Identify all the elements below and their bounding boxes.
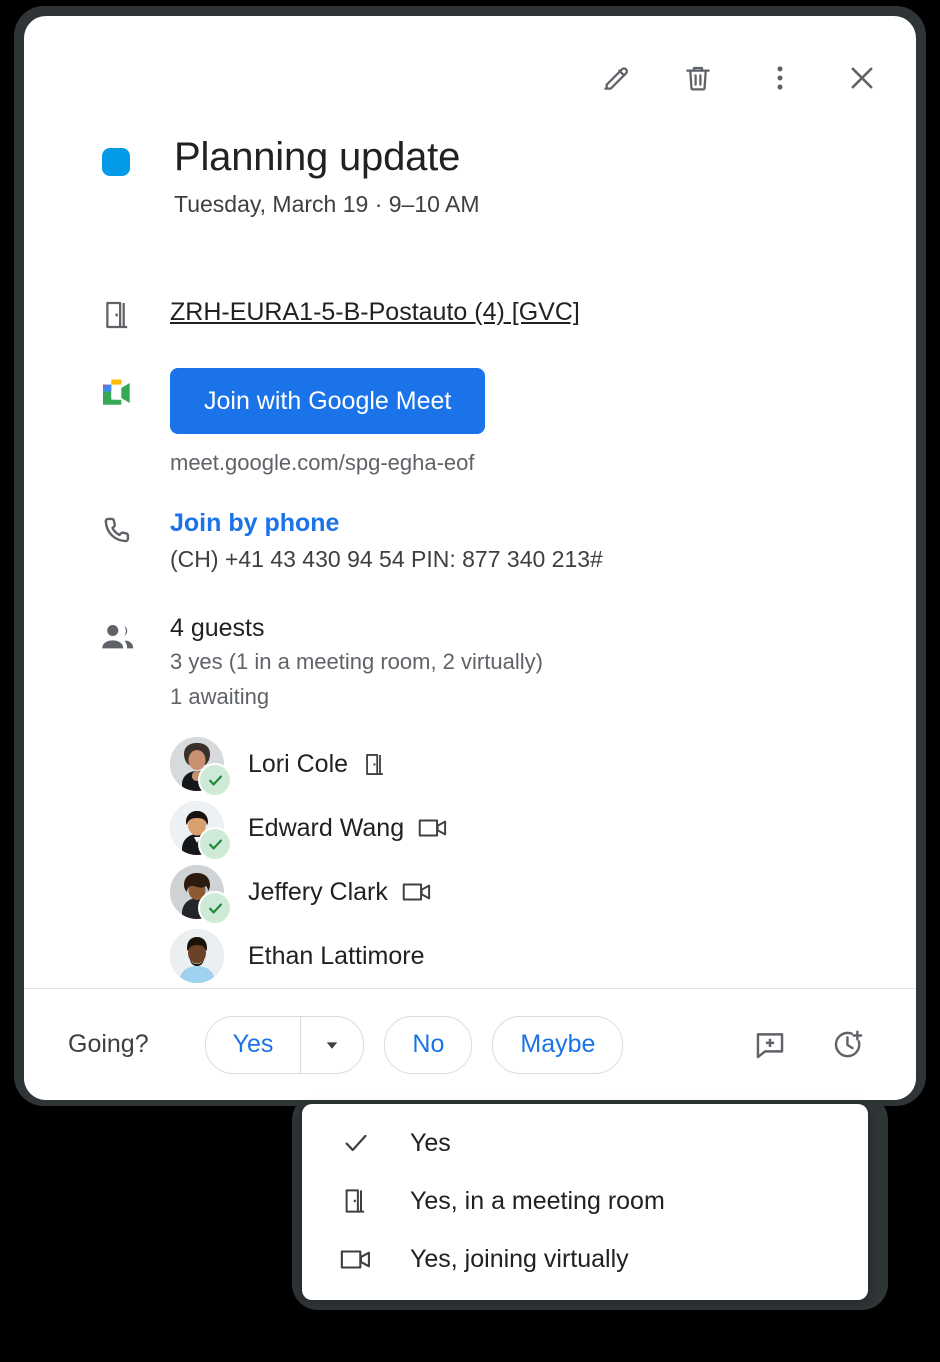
list-item[interactable]: Ethan Lattimore: [170, 924, 448, 988]
rsvp-yes-button[interactable]: Yes: [206, 1017, 301, 1073]
event-datetime: Tuesday, March 19 · 9–10 AM: [174, 191, 480, 217]
guest-name: Edward Wang: [248, 813, 405, 842]
avatar-wrap: [170, 801, 232, 861]
menu-item-icon-wrap: [334, 1247, 378, 1272]
guests-icon-wrap: [94, 612, 142, 654]
menu-item-yes[interactable]: Yes: [302, 1114, 868, 1172]
delete-event-button[interactable]: [662, 42, 734, 114]
rsvp-maybe-label: Maybe: [520, 1030, 596, 1058]
avatar-photo-icon: [170, 929, 224, 983]
check-icon: [208, 774, 222, 786]
guest-name: Jeffery Clark: [248, 877, 388, 906]
list-item[interactable]: Jeffery Clark: [170, 860, 448, 925]
rsvp-yes-split-button[interactable]: Yes: [204, 1015, 365, 1074]
guest-awaiting-summary: 1 awaiting: [170, 684, 270, 709]
rsvp-maybe-button[interactable]: Maybe: [492, 1015, 624, 1074]
trash-icon: [686, 66, 710, 91]
add-time-icon: [834, 1029, 863, 1057]
menu-item-yes-in-a-meeting-room[interactable]: Yes, in a meeting room: [302, 1172, 868, 1230]
guest-mode-icon-wrap: [402, 880, 432, 904]
avatar-wrap: [170, 737, 232, 797]
avatar: [170, 929, 224, 983]
guest-mode-icon-wrap: [362, 751, 389, 778]
video-camera-icon: [340, 1249, 370, 1269]
check-icon: [208, 838, 222, 850]
room-row: ZRH-EURA1-5-B-Postauto (4) [GVC]: [94, 298, 580, 332]
google-meet-logo-wrap: [94, 368, 142, 410]
meeting-room-icon: [366, 753, 383, 775]
join-by-phone-row: Join by phone (CH) +41 43 430 94 54 PIN:…: [94, 508, 603, 574]
calendar-color-dot: [102, 148, 130, 176]
event-detail-card: Planning update Tuesday, March 19 · 9–10…: [24, 16, 916, 1100]
screen: Planning update Tuesday, March 19 · 9–10…: [0, 0, 940, 1362]
status-badge: [198, 891, 232, 925]
rsvp-footer: Going? Yes No Maybe: [24, 989, 916, 1100]
list-item[interactable]: Lori Cole: [170, 732, 448, 797]
pencil-icon: [604, 67, 628, 90]
status-badge: [198, 827, 232, 861]
room-link[interactable]: ZRH-EURA1-5-B-Postauto (4) [GVC]: [170, 298, 580, 327]
more-vertical-icon: [777, 66, 783, 90]
footer-actions: [746, 1021, 872, 1069]
event-header: Planning update Tuesday, March 19 · 9–10…: [102, 134, 480, 218]
guest-name: Lori Cole: [248, 749, 349, 778]
menu-item-label: Yes, in a meeting room: [410, 1186, 665, 1215]
rsvp-no-label: No: [412, 1030, 445, 1058]
guest-yes-summary: 3 yes (1 in a meeting room, 2 virtually): [170, 649, 543, 674]
rsvp-no-button[interactable]: No: [384, 1015, 473, 1074]
guests-row: 4 guests 3 yes (1 in a meeting room, 2 v…: [94, 612, 543, 714]
avatar-wrap: [170, 865, 232, 925]
menu-item-yes-joining-virtually[interactable]: Yes, joining virtually: [302, 1230, 868, 1288]
google-meet-row: Join with Google Meet meet.google.com/sp…: [94, 368, 486, 476]
add-note-button[interactable]: [746, 1021, 794, 1069]
rsvp-buttons: Yes No Maybe: [204, 1015, 624, 1074]
join-by-phone-link[interactable]: Join by phone: [170, 508, 603, 538]
rsvp-dropdown-menu: Yes Yes, in a meeting room Yes, joining …: [302, 1104, 868, 1300]
list-item[interactable]: Edward Wang: [170, 796, 448, 861]
event-title: Planning update: [174, 135, 461, 179]
chevron-down-icon: [327, 1041, 338, 1049]
add-comment-icon: [756, 1032, 784, 1058]
guest-list: Lori Cole Edward Wang Jeffery Clark Etha…: [170, 732, 448, 988]
meeting-room-icon: [345, 1189, 365, 1213]
menu-item-label: Yes, joining virtually: [410, 1244, 629, 1273]
avatar-wrap: [170, 929, 224, 983]
edit-event-button[interactable]: [580, 42, 652, 114]
check-icon: [345, 1134, 367, 1152]
guest-count: 4 guests: [170, 614, 265, 642]
rsvp-prompt: Going?: [68, 1030, 149, 1058]
join-with-google-meet-button[interactable]: Join with Google Meet: [170, 368, 486, 434]
menu-item-icon-wrap: [334, 1129, 378, 1157]
video-camera-icon: [418, 819, 447, 837]
check-icon: [208, 902, 222, 914]
more-options-button[interactable]: [744, 42, 816, 114]
video-camera-icon: [402, 883, 430, 901]
meeting-room-icon: [106, 301, 128, 329]
event-toolbar: [580, 42, 898, 114]
phone-icon: [104, 517, 130, 543]
guest-name: Ethan Lattimore: [248, 941, 425, 970]
status-badge: [198, 763, 232, 797]
out-of-office-button[interactable]: [824, 1021, 872, 1069]
phone-icon-wrap: [94, 508, 142, 548]
people-icon: [102, 624, 134, 649]
google-meet-icon: [103, 379, 130, 405]
menu-item-icon-wrap: [334, 1186, 378, 1216]
guest-mode-icon-wrap: [418, 816, 448, 840]
meet-url: meet.google.com/spg-egha-eof: [170, 450, 475, 475]
menu-item-label: Yes: [410, 1128, 451, 1157]
close-button[interactable]: [826, 42, 898, 114]
phone-number-pin: (CH) +41 43 430 94 54 PIN: 877 340 213#: [170, 546, 603, 572]
rsvp-yes-dropdown-toggle[interactable]: [301, 1017, 363, 1073]
close-icon: [851, 67, 873, 89]
meeting-room-icon-wrap: [94, 298, 142, 332]
